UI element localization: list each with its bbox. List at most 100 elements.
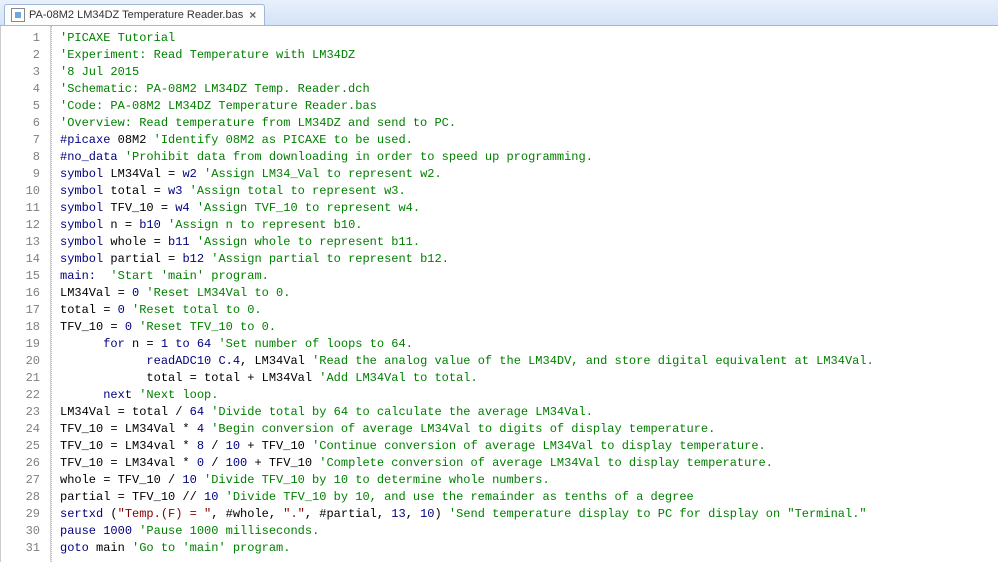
code-line[interactable]: 'Code: PA-08M2 LM34DZ Temperature Reader… xyxy=(60,98,998,115)
line-number: 4 xyxy=(1,81,40,98)
code-token: , #whole, xyxy=(211,507,283,521)
code-line[interactable]: 'Experiment: Read Temperature with LM34D… xyxy=(60,47,998,64)
line-number: 25 xyxy=(1,438,40,455)
tab-active[interactable]: PA-08M2 LM34DZ Temperature Reader.bas × xyxy=(4,4,265,25)
code-line[interactable]: symbol TFV_10 = w4 'Assign TVF_10 to rep… xyxy=(60,200,998,217)
code-line[interactable]: TFV_10 = 0 'Reset TFV_10 to 0. xyxy=(60,319,998,336)
code-token: TFV_10 = xyxy=(103,201,175,215)
code-line[interactable]: symbol LM34Val = w2 'Assign LM34_Val to … xyxy=(60,166,998,183)
code-token: goto xyxy=(60,541,89,555)
code-token: main: xyxy=(60,269,96,283)
code-token: LM34Val = total / xyxy=(60,405,190,419)
line-number: 6 xyxy=(1,115,40,132)
code-token: 13 xyxy=(391,507,405,521)
code-line[interactable]: 'PICAXE Tutorial xyxy=(60,30,998,47)
code-line[interactable]: TFV_10 = LM34val * 0 / 100 + TFV_10 'Com… xyxy=(60,455,998,472)
code-token xyxy=(190,235,197,249)
line-number: 29 xyxy=(1,506,40,523)
code-token: 10 xyxy=(204,490,218,504)
code-token: 'Reset total to 0. xyxy=(132,303,262,317)
line-number: 19 xyxy=(1,336,40,353)
code-line[interactable]: total = total + LM34Val 'Add LM34Val to … xyxy=(60,370,998,387)
code-line[interactable]: symbol whole = b11 'Assign whole to repr… xyxy=(60,234,998,251)
code-token: pause xyxy=(60,524,96,538)
code-token: 'Assign TVF_10 to represent w4. xyxy=(197,201,420,215)
code-token: ( xyxy=(103,507,117,521)
line-number: 31 xyxy=(1,540,40,557)
code-token: partial = xyxy=(103,252,182,266)
code-token: 0 xyxy=(125,320,132,334)
code-token: "Temp.(F) = " xyxy=(118,507,212,521)
code-line[interactable]: 'Schematic: PA-08M2 LM34DZ Temp. Reader.… xyxy=(60,81,998,98)
code-line[interactable]: next 'Next loop. xyxy=(60,387,998,404)
code-line[interactable]: readADC10 C.4, LM34Val 'Read the analog … xyxy=(60,353,998,370)
line-number: 2 xyxy=(1,47,40,64)
code-token: + TFV_10 xyxy=(247,456,319,470)
code-token: 'Start 'main' program. xyxy=(110,269,268,283)
code-token: 'Reset LM34Val to 0. xyxy=(146,286,290,300)
code-line[interactable]: goto main 'Go to 'main' program. xyxy=(60,540,998,557)
code-line[interactable]: symbol total = w3 'Assign total to repre… xyxy=(60,183,998,200)
code-line[interactable]: #picaxe 08M2 'Identify 08M2 as PICAXE to… xyxy=(60,132,998,149)
code-token: C.4 xyxy=(218,354,240,368)
code-line[interactable]: symbol partial = b12 'Assign partial to … xyxy=(60,251,998,268)
close-icon[interactable]: × xyxy=(247,8,258,22)
code-line[interactable]: TFV_10 = LM34Val * 4 'Begin conversion o… xyxy=(60,421,998,438)
code-token: 'Begin conversion of average LM34Val to … xyxy=(211,422,715,436)
code-token: total = total + LM34Val xyxy=(60,371,319,385)
line-number: 27 xyxy=(1,472,40,489)
code-token: n = xyxy=(125,337,161,351)
code-token: TFV_10 = xyxy=(60,320,125,334)
code-token: total = xyxy=(60,303,118,317)
line-number: 3 xyxy=(1,64,40,81)
code-token: main xyxy=(89,541,132,555)
code-line[interactable]: TFV_10 = LM34val * 8 / 10 + TFV_10 'Cont… xyxy=(60,438,998,455)
code-token: 10 xyxy=(226,439,240,453)
code-token: to xyxy=(175,337,189,351)
code-line[interactable]: LM34Val = total / 64 'Divide total by 64… xyxy=(60,404,998,421)
code-token: symbol xyxy=(60,184,103,198)
code-token: 'Complete conversion of average LM34Val … xyxy=(319,456,773,470)
code-token xyxy=(60,354,146,368)
code-line[interactable]: LM34Val = 0 'Reset LM34Val to 0. xyxy=(60,285,998,302)
code-token: 4 xyxy=(197,422,204,436)
code-token: w2 xyxy=(182,167,196,181)
code-line[interactable]: for n = 1 to 64 'Set number of loops to … xyxy=(60,336,998,353)
line-number: 26 xyxy=(1,455,40,472)
code-token: 1 xyxy=(161,337,168,351)
code-token: TFV_10 = LM34Val * xyxy=(60,422,197,436)
editor-area: 1234567891011121314151617181920212223242… xyxy=(0,26,998,562)
code-token: symbol xyxy=(60,235,103,249)
code-line[interactable]: #no_data 'Prohibit data from downloading… xyxy=(60,149,998,166)
code-token: + TFV_10 xyxy=(240,439,312,453)
line-number: 14 xyxy=(1,251,40,268)
code-token xyxy=(60,388,103,402)
code-token: 64 xyxy=(197,337,211,351)
code-line[interactable]: symbol n = b10 'Assign n to represent b1… xyxy=(60,217,998,234)
code-token: whole = xyxy=(103,235,168,249)
code-token: 'Prohibit data from downloading in order… xyxy=(125,150,593,164)
code-token: 0 xyxy=(118,303,125,317)
code-line[interactable]: total = 0 'Reset total to 0. xyxy=(60,302,998,319)
code-token: 'PICAXE Tutorial xyxy=(60,31,175,45)
code-token: readADC10 xyxy=(146,354,211,368)
code-token: 'Overview: Read temperature from LM34DZ … xyxy=(60,116,456,130)
code-token: partial = TFV_10 // xyxy=(60,490,204,504)
code-line[interactable]: main: 'Start 'main' program. xyxy=(60,268,998,285)
code-token: 0 xyxy=(197,456,204,470)
code-token: 100 xyxy=(226,456,248,470)
code-line[interactable]: '8 Jul 2015 xyxy=(60,64,998,81)
code-line[interactable]: 'Overview: Read temperature from LM34DZ … xyxy=(60,115,998,132)
code-line[interactable]: whole = TFV_10 / 10 'Divide TFV_10 by 10… xyxy=(60,472,998,489)
code-token: #no_data xyxy=(60,150,118,164)
code-line[interactable]: partial = TFV_10 // 10 'Divide TFV_10 by… xyxy=(60,489,998,506)
code-line[interactable]: pause 1000 'Pause 1000 milliseconds. xyxy=(60,523,998,540)
code-line[interactable]: sertxd ("Temp.(F) = ", #whole, ".", #par… xyxy=(60,506,998,523)
file-icon xyxy=(11,8,25,22)
code-token: 1000 xyxy=(103,524,132,538)
line-number: 12 xyxy=(1,217,40,234)
code-editor[interactable]: 'PICAXE Tutorial 'Experiment: Read Temper… xyxy=(52,26,998,562)
code-token xyxy=(197,167,204,181)
line-number: 24 xyxy=(1,421,40,438)
code-token xyxy=(118,150,125,164)
